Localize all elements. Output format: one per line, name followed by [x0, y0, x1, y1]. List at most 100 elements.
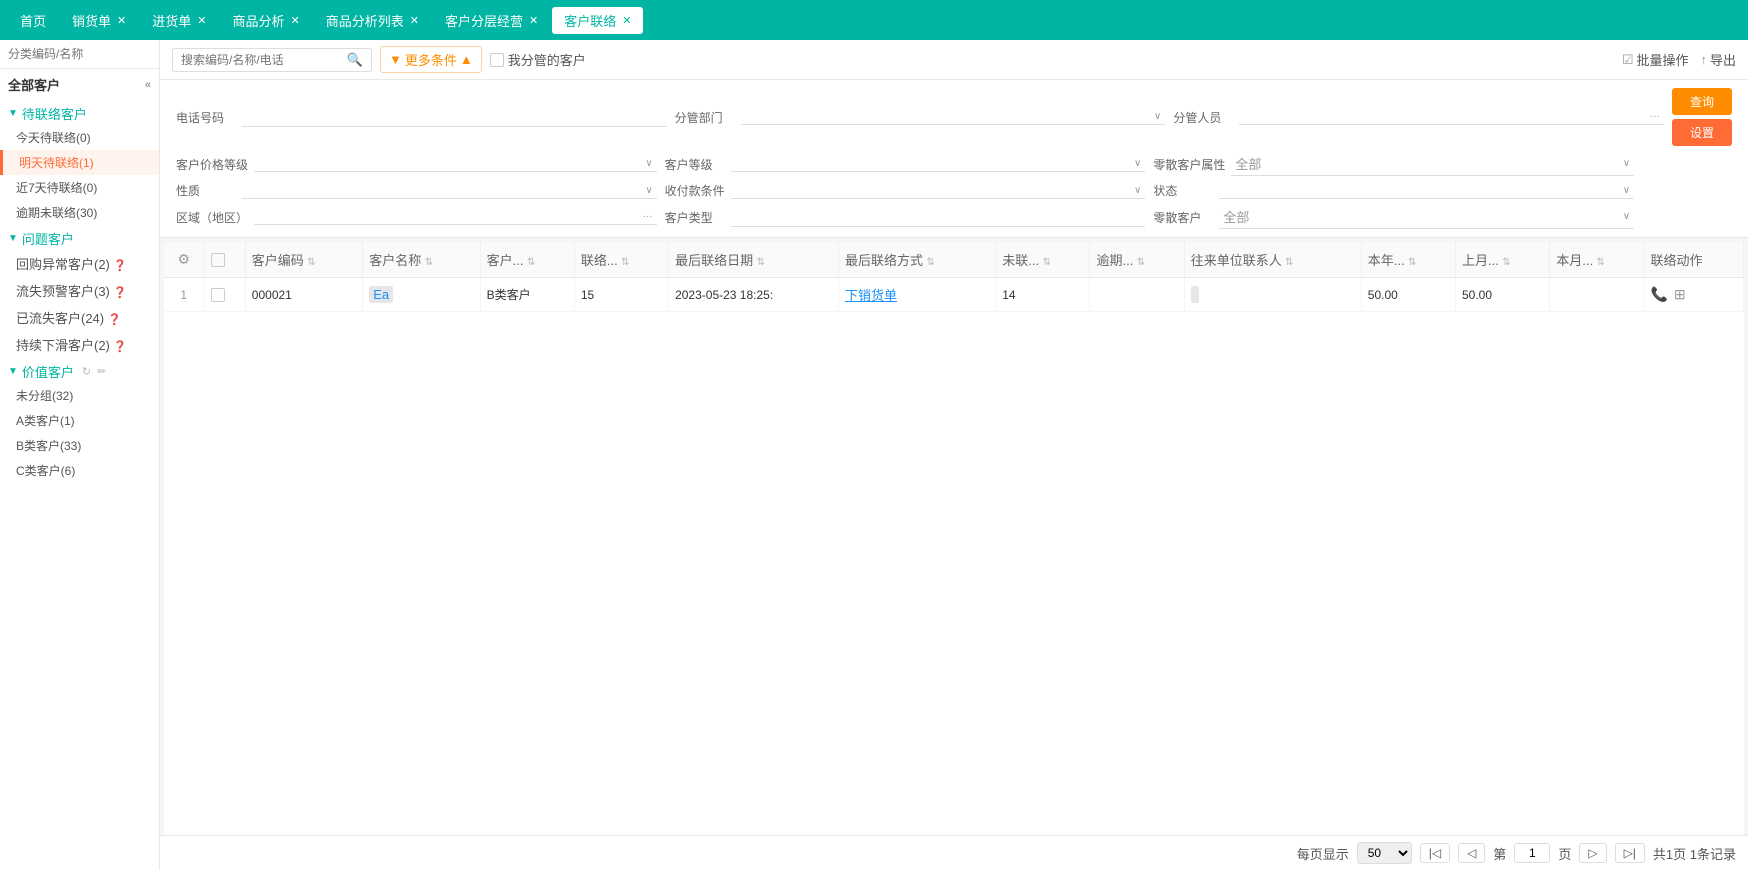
sidebar-item-already-lost[interactable]: 已流失客户(24) ❓ [0, 304, 159, 331]
close-product-analysis-icon[interactable]: ✕ [291, 14, 300, 27]
all-customers-label[interactable]: 全部客户 « [0, 69, 159, 100]
sort-type-icon: ⇅ [527, 257, 535, 268]
sidebar-group-value-customers[interactable]: ▼ 价值客户 ↻ ✏ [0, 358, 159, 383]
sidebar-item-class-a[interactable]: A类客户(1) [0, 408, 159, 433]
cell-no: 1 [164, 278, 204, 312]
filter-dept-select[interactable]: ∨ [741, 109, 1166, 125]
filter-customer-type-input[interactable] [731, 208, 1146, 227]
sidebar-item-today[interactable]: 今天待联络(0) [0, 125, 159, 150]
last-page-button[interactable]: ▷| [1615, 843, 1645, 863]
sidebar-search-input[interactable] [8, 47, 160, 61]
nav-product-analysis[interactable]: 商品分析 ✕ [220, 7, 311, 34]
help-icon-4[interactable]: ❓ [113, 341, 127, 353]
nav-home[interactable]: 首页 [8, 7, 58, 34]
chevron-down-icon-dept: ∨ [1154, 111, 1161, 122]
reset-button[interactable]: 设置 [1672, 119, 1732, 146]
filter-dept-label: 分管部门 [675, 109, 735, 126]
col-last-contact-method[interactable]: 最后联络方式 ⇅ [839, 242, 996, 278]
sidebar-group-pending-contact[interactable]: ▼ 待联络客户 [0, 100, 159, 125]
search-input[interactable] [181, 53, 343, 67]
close-customer-contact-icon[interactable]: ✕ [622, 14, 631, 27]
export-button[interactable]: ↑ 导出 [1700, 50, 1736, 69]
close-purchase-order-icon[interactable]: ✕ [197, 14, 206, 27]
col-last-contact-date[interactable]: 最后联络日期 ⇅ [669, 242, 839, 278]
grid-action-icon[interactable]: ⊞ [1674, 286, 1686, 303]
filter-retail-select[interactable]: 全部 ∨ [1219, 205, 1634, 229]
filter-btn-group: 查询 设置 [1672, 88, 1732, 146]
col-action: 联络动作 [1644, 242, 1744, 278]
filter-icon: ▼ [389, 52, 402, 67]
search-icon[interactable]: 🔍 [347, 52, 363, 68]
nav-customer-contact[interactable]: 客户联络 ✕ [552, 7, 643, 34]
col-code[interactable]: 客户编码 ⇅ [245, 242, 362, 278]
data-table-container: ⚙ 客户编码 ⇅ 客户名称 ⇅ [164, 242, 1744, 835]
more-conditions-button[interactable]: ▼ 更多条件 ▲ [380, 46, 482, 73]
help-icon-3[interactable]: ❓ [107, 314, 121, 326]
close-product-analysis-list-icon[interactable]: ✕ [410, 14, 419, 27]
filter-customer-level-select[interactable]: ∨ [731, 156, 1146, 172]
filter-region-select[interactable]: ··· [254, 209, 657, 225]
col-this-year[interactable]: 本年... ⇅ [1361, 242, 1455, 278]
arrow-down-icon-2: ▼ [8, 233, 18, 244]
filter-price-level-label: 客户价格等级 [176, 156, 248, 173]
nav-sales-order[interactable]: 销货单 ✕ [60, 7, 138, 34]
sidebar-item-class-c[interactable]: C类客户(6) [0, 458, 159, 483]
col-overdue[interactable]: 逾期... ⇅ [1090, 242, 1184, 278]
my-customers-checkbox[interactable] [490, 53, 504, 67]
filter-price-level: 客户价格等级 ∨ [176, 156, 657, 173]
collapse-icon: « [145, 79, 151, 91]
sidebar-item-continuous-down[interactable]: 持续下滑客户(2) ❓ [0, 331, 159, 358]
page-input[interactable] [1514, 843, 1550, 863]
edit-icon[interactable]: ✏ [97, 365, 106, 378]
col-not-contacted[interactable]: 未联... ⇅ [996, 242, 1090, 278]
filter-phone-input[interactable] [242, 108, 667, 127]
filter-nature: 性质 ∨ [176, 182, 657, 199]
prev-page-button[interactable]: ◁ [1458, 843, 1485, 863]
sidebar-item-near7days[interactable]: 近7天待联络(0) [0, 175, 159, 200]
sidebar-item-repurchase-abnormal[interactable]: 回购异常客户(2) ❓ [0, 250, 159, 277]
per-page-select[interactable]: 50 100 200 [1357, 842, 1412, 864]
cell-last-method[interactable]: 下销货单 [839, 278, 996, 312]
col-name[interactable]: 客户名称 ⇅ [363, 242, 480, 278]
nav-product-analysis-list[interactable]: 商品分析列表 ✕ [314, 7, 431, 34]
sidebar-item-tomorrow[interactable]: 明天待联络(1) [0, 150, 159, 175]
col-this-month[interactable]: 本月... ⇅ [1550, 242, 1644, 278]
sidebar-item-class-b[interactable]: B类客户(33) [0, 433, 159, 458]
filter-retail-attr-select[interactable]: 全部 ∨ [1231, 152, 1634, 176]
sidebar-item-unclassified[interactable]: 未分组(32) [0, 383, 159, 408]
close-sales-order-icon[interactable]: ✕ [117, 14, 126, 27]
refresh-icon[interactable]: ↻ [82, 365, 91, 378]
next-page-button[interactable]: ▷ [1579, 843, 1606, 863]
cell-name[interactable]: Ea [363, 278, 480, 312]
filter-status-select[interactable]: ∨ [1219, 183, 1634, 199]
nav-customer-segment[interactable]: 客户分层经营 ✕ [433, 7, 550, 34]
sidebar-group-problem-customers[interactable]: ▼ 问题客户 [0, 225, 159, 250]
first-page-button[interactable]: |◁ [1420, 843, 1450, 863]
filter-manager-select[interactable]: ··· [1239, 109, 1664, 125]
col-contact-count[interactable]: 联络... ⇅ [574, 242, 668, 278]
query-button[interactable]: 查询 [1672, 88, 1732, 115]
sidebar-item-lost-potential[interactable]: 流失预警客户(3) ❓ [0, 277, 159, 304]
close-customer-segment-icon[interactable]: ✕ [529, 14, 538, 27]
col-type[interactable]: 客户... ⇅ [480, 242, 574, 278]
filter-price-level-select[interactable]: ∨ [254, 156, 657, 172]
sidebar-search-area: 🔍 [0, 40, 159, 69]
row-checkbox[interactable] [211, 288, 225, 302]
my-customers-label: 我分管的客户 [508, 50, 586, 69]
filter-payment-terms-select[interactable]: ∨ [731, 183, 1146, 199]
checkbox-icon: ☑ [1622, 52, 1634, 68]
select-all-checkbox[interactable] [211, 253, 225, 267]
table-settings-icon[interactable]: ⚙ [177, 251, 190, 267]
help-icon-1[interactable]: ❓ [113, 260, 127, 272]
help-icon-2[interactable]: ❓ [113, 287, 127, 299]
cell-not-contacted: 14 [996, 278, 1090, 312]
nav-purchase-order[interactable]: 进货单 ✕ [140, 7, 218, 34]
phone-action-icon[interactable]: 📞 [1650, 286, 1667, 303]
filter-nature-select[interactable]: ∨ [242, 183, 657, 199]
col-company-contact[interactable]: 往来单位联系人 ⇅ [1184, 242, 1361, 278]
sidebar-item-overdue[interactable]: 逾期未联络(30) [0, 200, 159, 225]
toolbar: 🔍 ▼ 更多条件 ▲ 我分管的客户 ☑ 批量操作 ↑ 导出 [160, 40, 1748, 80]
col-last-month[interactable]: 上月... ⇅ [1456, 242, 1550, 278]
filter-region: 区域（地区） ··· [176, 209, 657, 226]
batch-ops-button[interactable]: ☑ 批量操作 [1622, 50, 1689, 69]
